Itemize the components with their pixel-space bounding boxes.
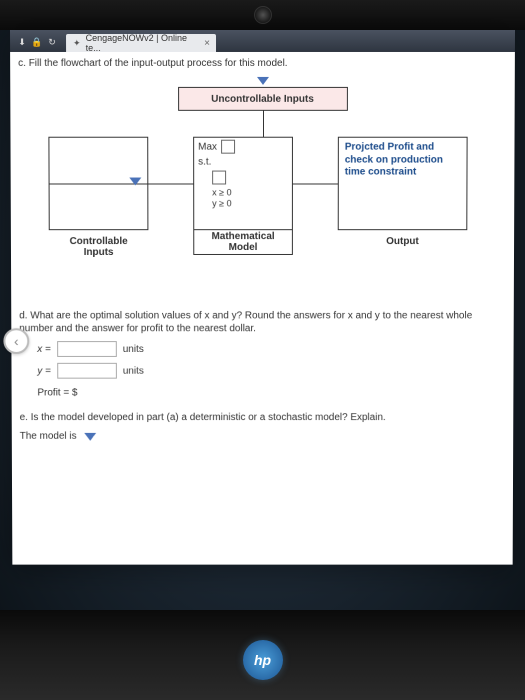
dropdown-arrow-icon[interactable] xyxy=(129,178,141,186)
constraint-y: y ≥ 0 xyxy=(194,197,292,208)
lock-icon: 🔒 xyxy=(31,36,43,48)
menu-icon[interactable]: ⬇ xyxy=(16,36,28,48)
flowchart: Uncontrollable Inputs Controllable Input… xyxy=(18,77,507,306)
monitor-bezel-top xyxy=(0,0,525,30)
tab-title: CengageNOWv2 | Online te... xyxy=(86,33,201,53)
browser-tab[interactable]: ✦ CengageNOWv2 | Online te... × xyxy=(66,34,216,52)
monitor-bezel-bottom: hp xyxy=(0,610,525,700)
question-d: d. What are the optimal solution values … xyxy=(19,309,506,335)
x-units: units xyxy=(123,344,144,355)
max-label: Max xyxy=(198,141,217,152)
refresh-icon[interactable]: ↻ xyxy=(46,36,58,48)
connector-line xyxy=(293,183,338,184)
question-d-text: What are the optimal solution values of … xyxy=(19,310,472,334)
question-d-label: d. xyxy=(19,310,27,321)
question-e: e. Is the model developed in part (a) a … xyxy=(20,412,506,423)
browser-window: ‹ ⬇ 🔒 ↻ ✦ CengageNOWv2 | Online te... × … xyxy=(10,30,515,565)
profit-input[interactable] xyxy=(83,385,133,401)
browser-tab-strip: ⬇ 🔒 ↻ ✦ CengageNOWv2 | Online te... × xyxy=(10,30,515,52)
browser-controls: ⬇ 🔒 ↻ xyxy=(14,36,64,52)
x-input[interactable] xyxy=(57,341,117,357)
y-input[interactable] xyxy=(57,363,117,379)
controllable-inputs-box xyxy=(48,137,148,230)
dropdown-arrow-icon[interactable] xyxy=(257,77,269,85)
y-units: units xyxy=(123,365,144,376)
question-c-text: Fill the flowchart of the input-output p… xyxy=(29,58,288,69)
output-box: Projcted Profit and check on production … xyxy=(338,137,468,230)
x-label: x = xyxy=(37,344,51,355)
output-label: Output xyxy=(338,236,468,247)
constraint-x: x ≥ 0 xyxy=(194,186,292,197)
prev-page-button[interactable]: ‹ xyxy=(3,328,29,354)
uncontrollable-inputs-box: Uncontrollable Inputs xyxy=(178,87,348,111)
connector-line xyxy=(263,111,264,137)
profit-label: Profit = $ xyxy=(37,387,77,398)
mathematical-model-box: Max s.t. x ≥ 0 y ≥ 0 xyxy=(193,137,293,230)
math-model-label: Mathematical Model xyxy=(193,230,293,255)
controllable-label: Controllable Inputs xyxy=(49,236,149,258)
wand-icon: ✦ xyxy=(72,38,82,48)
objective-input[interactable] xyxy=(221,140,235,154)
model-is-label: The model is xyxy=(20,431,77,442)
y-label: y = xyxy=(37,365,51,376)
question-c-label: c. xyxy=(18,58,26,69)
constraint-input[interactable] xyxy=(212,171,226,185)
page-content: c. Fill the flowchart of the input-outpu… xyxy=(10,52,515,565)
hp-logo-icon: hp xyxy=(243,640,283,680)
dropdown-arrow-icon[interactable] xyxy=(85,432,97,440)
st-label: s.t. xyxy=(194,156,292,169)
close-icon[interactable]: × xyxy=(204,37,210,48)
uncontrollable-label: Uncontrollable Inputs xyxy=(211,93,314,104)
profit-answer-row: Profit = $ xyxy=(37,385,505,401)
webcam-icon xyxy=(254,6,272,24)
y-answer-row: y = units xyxy=(37,363,505,379)
question-c: c. Fill the flowchart of the input-outpu… xyxy=(18,58,507,69)
question-e-label: e. xyxy=(20,412,28,423)
model-is-row: The model is xyxy=(20,431,506,442)
x-answer-row: x = units xyxy=(37,341,505,357)
connector-line xyxy=(148,183,193,184)
question-e-text: Is the model developed in part (a) a det… xyxy=(31,412,386,423)
